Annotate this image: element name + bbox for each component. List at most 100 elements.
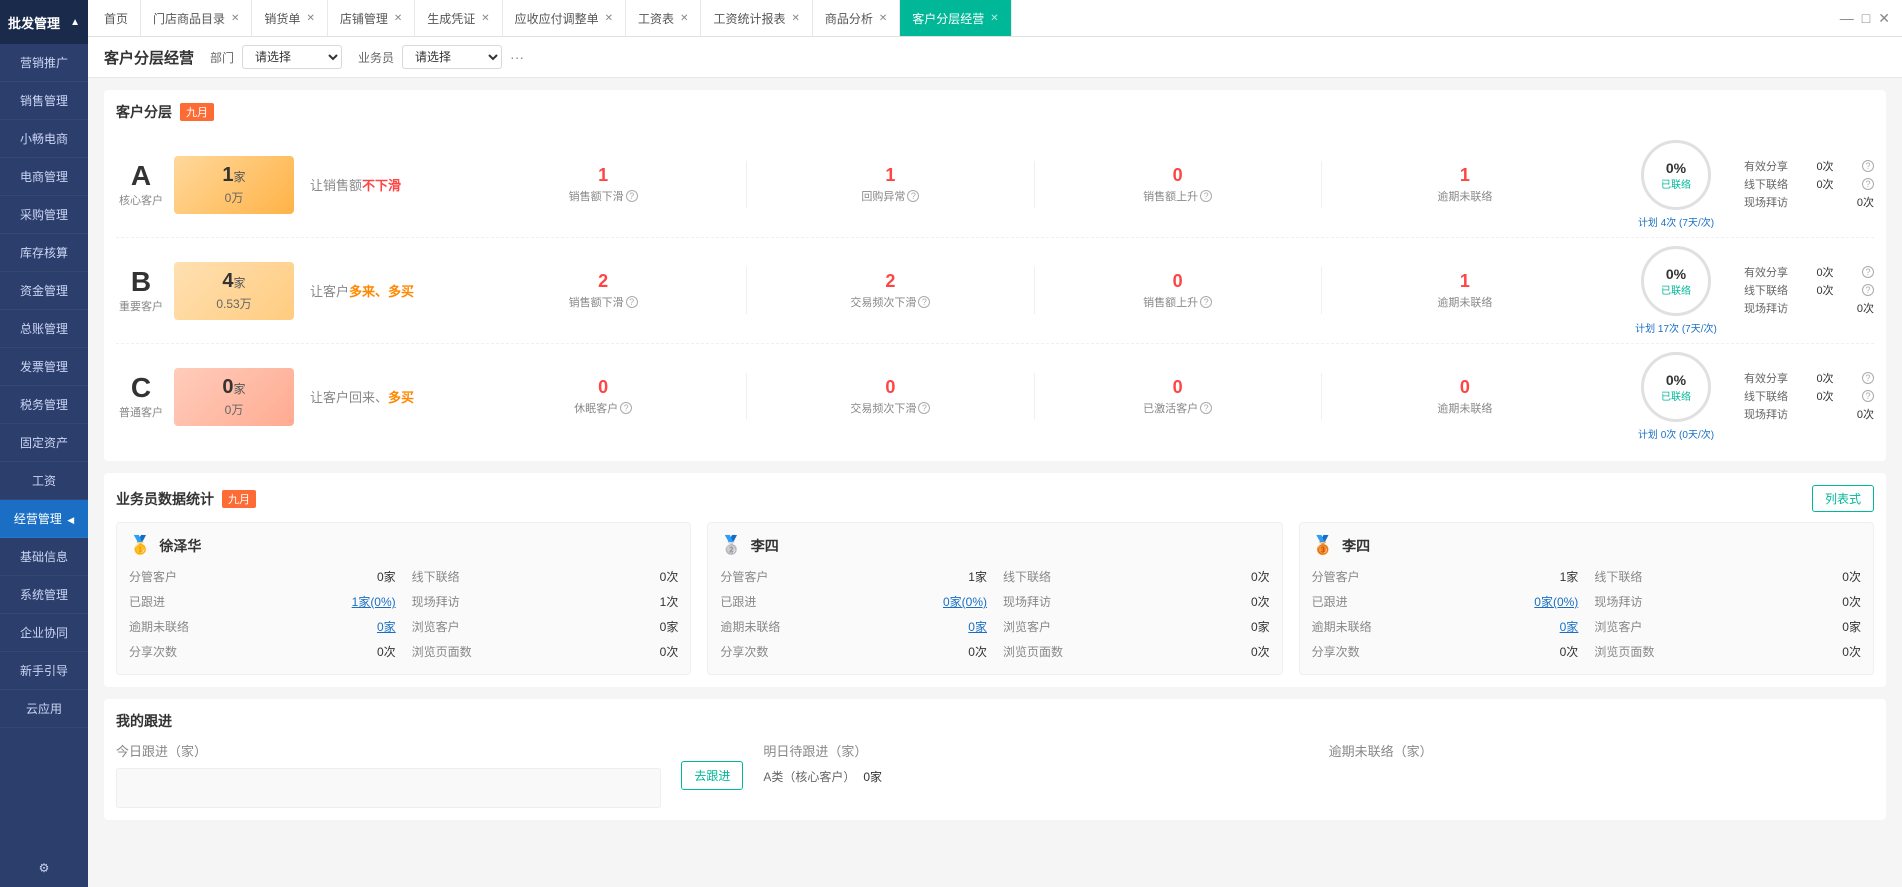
staff-row-2-1: 线下联络 0次 bbox=[1594, 566, 1861, 587]
tab-store-mgmt[interactable]: 店铺管理 ✕ bbox=[328, 0, 415, 36]
tab-close-payroll[interactable]: ✕ bbox=[680, 13, 688, 24]
tier-a-right-2: 现场拜访 0次 bbox=[1744, 194, 1874, 210]
sidebar-item-cloud[interactable]: 云应用 bbox=[0, 690, 88, 728]
tier-c-contact-status: 已联络 bbox=[1661, 388, 1691, 403]
sidebar-item-invoice[interactable]: 发票管理 bbox=[0, 348, 88, 386]
tier-a-stat-2[interactable]: 0 销售额上升 ? bbox=[1035, 161, 1322, 208]
staff-row-0-4: 逾期未联络 0家 bbox=[129, 616, 396, 637]
tier-b-stat-3[interactable]: 1 逾期未联络 bbox=[1322, 267, 1608, 314]
tab-payroll-report[interactable]: 工资统计报表 ✕ bbox=[701, 0, 812, 36]
info-icon-c2[interactable]: ? bbox=[1200, 402, 1212, 414]
tier-c-stat-1[interactable]: 0 交易频次下滑 ? bbox=[747, 373, 1034, 420]
dept-select[interactable]: 请选择 bbox=[242, 45, 342, 69]
sidebar-item-operations[interactable]: 经营管理 ◀ bbox=[0, 500, 88, 538]
sidebar-item-base[interactable]: 基础信息 bbox=[0, 538, 88, 576]
tab-store-products[interactable]: 门店商品目录 ✕ bbox=[141, 0, 252, 36]
tab-payroll[interactable]: 工资表 ✕ bbox=[626, 0, 701, 36]
staff-medal-2: 🥉 bbox=[1312, 535, 1334, 556]
tab-bar: 首页 门店商品目录 ✕ 销货单 ✕ 店铺管理 ✕ 生成凭证 ✕ 应收应付调整单 … bbox=[88, 0, 1902, 37]
tier-a-stat-3[interactable]: 1 逾期未联络 bbox=[1322, 161, 1608, 208]
tab-close-ap-ar[interactable]: ✕ bbox=[605, 13, 613, 24]
info-icon-cr1[interactable]: ? bbox=[1862, 390, 1874, 402]
staff-row-1-0: 分管客户 1家 bbox=[720, 566, 987, 587]
more-options-icon[interactable]: ··· bbox=[510, 49, 524, 65]
sidebar-item-salary[interactable]: 工资 bbox=[0, 462, 88, 500]
staff-row-2-4: 逾期未联络 0家 bbox=[1312, 616, 1579, 637]
tier-c-right-0: 有效分享 0次 ? bbox=[1744, 370, 1874, 386]
info-icon-br1[interactable]: ? bbox=[1862, 284, 1874, 296]
tab-home[interactable]: 首页 bbox=[92, 0, 141, 36]
sidebar-gear-item[interactable]: ⚙ bbox=[0, 849, 88, 887]
info-icon-c0[interactable]: ? bbox=[620, 402, 632, 414]
info-icon-c1[interactable]: ? bbox=[918, 402, 930, 414]
info-icon-a1[interactable]: ? bbox=[907, 190, 919, 202]
tab-close-sales-order[interactable]: ✕ bbox=[306, 13, 314, 24]
tier-c-contact-circle: 0% 已联络 bbox=[1641, 352, 1711, 422]
sidebar-item-marketing[interactable]: 营销推广 bbox=[0, 44, 88, 82]
sidebar-item-finance[interactable]: 资金管理 bbox=[0, 272, 88, 310]
go-followup-button[interactable]: 去跟进 bbox=[681, 761, 743, 790]
tab-close-store-mgmt[interactable]: ✕ bbox=[394, 13, 402, 24]
tier-c-stat-3[interactable]: 0 逾期未联络 bbox=[1322, 373, 1608, 420]
tier-a-right-0: 有效分享 0次 ? bbox=[1744, 158, 1874, 174]
tier-a-stat-0[interactable]: 1 销售额下滑 ? bbox=[460, 161, 747, 208]
tier-a-contact: 0% 已联络 计划 4次 (7天/次) bbox=[1616, 140, 1736, 229]
sidebar-item-tax[interactable]: 税务管理 bbox=[0, 386, 88, 424]
tier-a-contact-circle: 0% 已联络 bbox=[1641, 140, 1711, 210]
tier-c-stat-0[interactable]: 0 休眠客户 ? bbox=[460, 373, 747, 420]
tomorrow-followup-col: 明日待跟进（家） A类（核心客户） 0家 bbox=[763, 741, 1308, 785]
tab-ap-ar[interactable]: 应收应付调整单 ✕ bbox=[503, 0, 626, 36]
tier-c-stat-2[interactable]: 0 已激活客户 ? bbox=[1035, 373, 1322, 420]
sidebar-item-assets[interactable]: 固定资产 bbox=[0, 424, 88, 462]
restore-icon[interactable]: □ bbox=[1862, 10, 1870, 26]
tab-close-payroll-report[interactable]: ✕ bbox=[791, 13, 799, 24]
info-icon-cr0[interactable]: ? bbox=[1862, 372, 1874, 384]
tier-b-stat-1-label: 交易频次下滑 ? bbox=[755, 294, 1025, 310]
sidebar-item-purchase[interactable]: 采购管理 bbox=[0, 196, 88, 234]
sidebar-item-inventory[interactable]: 库存核算 bbox=[0, 234, 88, 272]
tab-customer-tier[interactable]: 客户分层经营 ✕ bbox=[900, 0, 1011, 36]
sales-select[interactable]: 请选择 bbox=[402, 45, 502, 69]
minimize-icon[interactable]: — bbox=[1840, 10, 1854, 26]
tier-a-stat-1[interactable]: 1 回购异常 ? bbox=[747, 161, 1034, 208]
sidebar-item-ecom-small[interactable]: 小畅电商 bbox=[0, 120, 88, 158]
info-icon-ar0[interactable]: ? bbox=[1862, 160, 1874, 172]
info-icon-br0[interactable]: ? bbox=[1862, 266, 1874, 278]
sidebar-item-ledger[interactable]: 总账管理 bbox=[0, 310, 88, 348]
tier-a-letter: A bbox=[116, 162, 166, 190]
info-icon-a0[interactable]: ? bbox=[626, 190, 638, 202]
tab-sales-order[interactable]: 销货单 ✕ bbox=[252, 0, 327, 36]
info-icon-b1[interactable]: ? bbox=[918, 296, 930, 308]
tab-voucher[interactable]: 生成凭证 ✕ bbox=[415, 0, 502, 36]
tier-b-stat-0[interactable]: 2 销售额下滑 ? bbox=[460, 267, 747, 314]
list-view-button[interactable]: 列表式 bbox=[1812, 485, 1874, 512]
sidebar-item-collab[interactable]: 企业协同 bbox=[0, 614, 88, 652]
tier-c-name: 普通客户 bbox=[116, 404, 166, 420]
customer-tier-title: 客户分层 bbox=[116, 102, 172, 122]
tier-b-stat-2[interactable]: 0 销售额上升 ? bbox=[1035, 267, 1322, 314]
tab-close-voucher[interactable]: ✕ bbox=[481, 13, 489, 24]
sidebar-item-system[interactable]: 系统管理 bbox=[0, 576, 88, 614]
tab-product-analysis[interactable]: 商品分析 ✕ bbox=[813, 0, 900, 36]
close-icon[interactable]: ✕ bbox=[1878, 10, 1890, 27]
sidebar-item-ecom[interactable]: 电商管理 bbox=[0, 158, 88, 196]
sidebar-item-guide[interactable]: 新手引导 bbox=[0, 652, 88, 690]
tier-b-stat-1[interactable]: 2 交易频次下滑 ? bbox=[747, 267, 1034, 314]
staff-grid-2: 分管客户 1家 线下联络 0次 已跟进 0家(0%) 现场拜访 bbox=[1312, 566, 1861, 662]
info-icon-ar1[interactable]: ? bbox=[1862, 178, 1874, 190]
sidebar-item-sales[interactable]: 销售管理 bbox=[0, 82, 88, 120]
tier-row-b: B 重要客户 4家 0.53万 让客户多来、多买 2 销售额 bbox=[116, 238, 1874, 344]
sidebar-collapse-icon[interactable]: ▲ bbox=[70, 17, 80, 28]
tab-close-store-products[interactable]: ✕ bbox=[231, 13, 239, 24]
staff-row-0-7: 浏览页面数 0次 bbox=[412, 641, 679, 662]
staff-header-1: 🥈 李四 bbox=[720, 535, 1269, 556]
staff-row-2-6: 分享次数 0次 bbox=[1312, 641, 1579, 662]
tab-close-product-analysis[interactable]: ✕ bbox=[879, 13, 887, 24]
info-icon-a2[interactable]: ? bbox=[1200, 190, 1212, 202]
tier-a-stat-0-num: 1 bbox=[468, 165, 738, 186]
tab-close-customer-tier[interactable]: ✕ bbox=[990, 13, 998, 24]
staff-header-2: 🥉 李四 bbox=[1312, 535, 1861, 556]
info-icon-b0[interactable]: ? bbox=[626, 296, 638, 308]
info-icon-b2[interactable]: ? bbox=[1200, 296, 1212, 308]
staff-name-0: 徐泽华 bbox=[159, 536, 201, 556]
